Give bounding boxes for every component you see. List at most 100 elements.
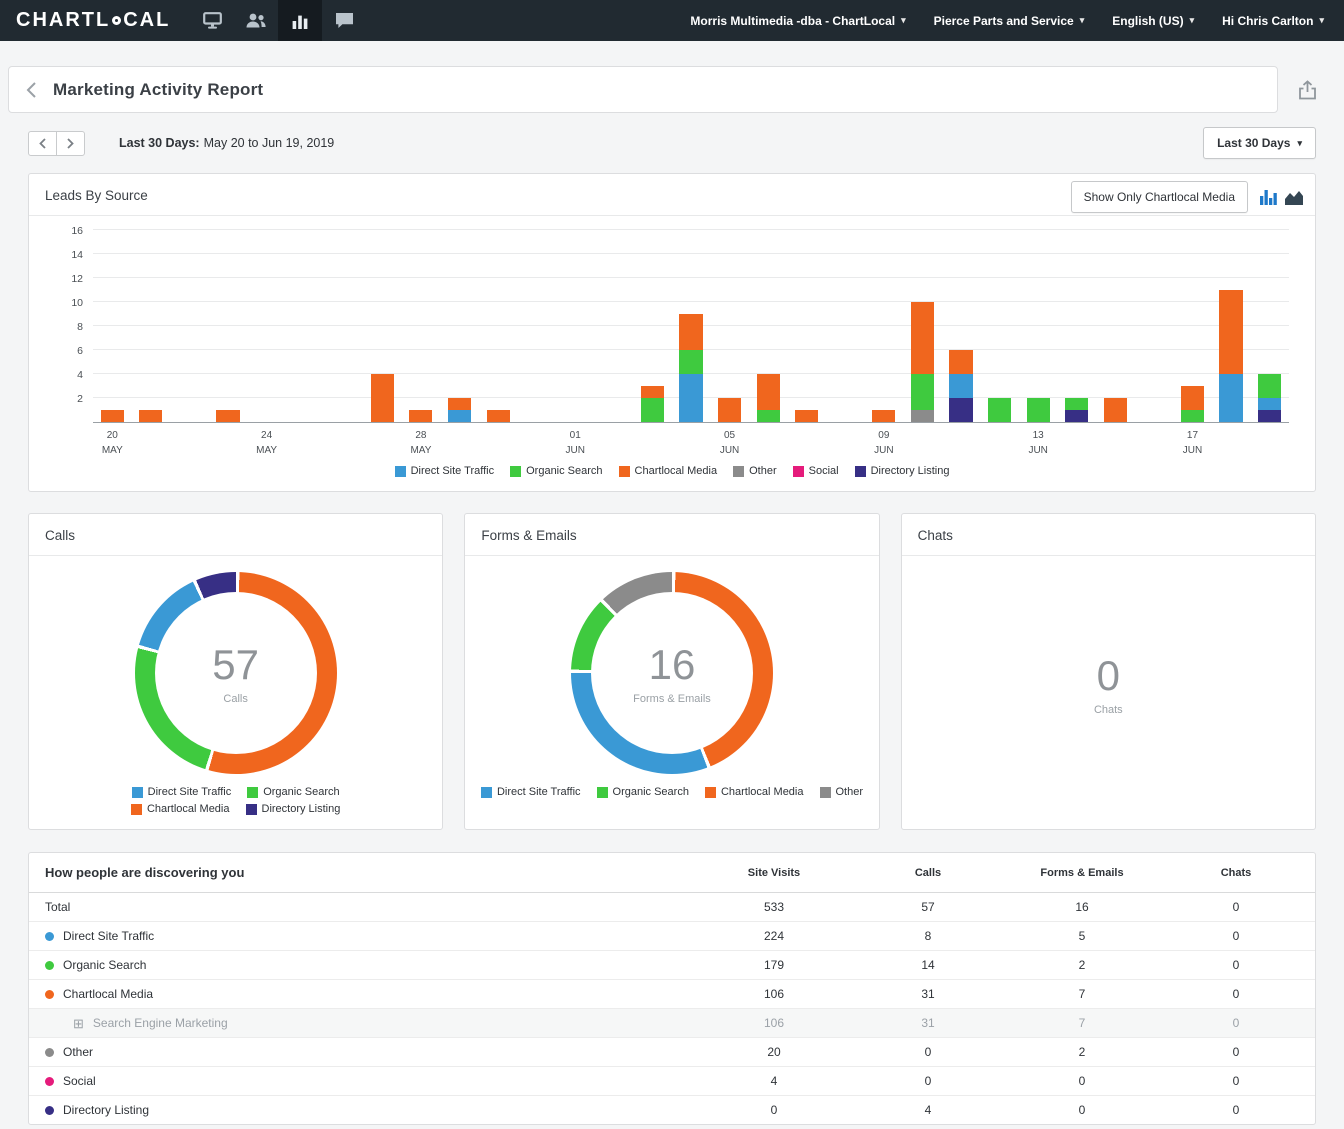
show-only-chartlocal-media-button[interactable]: Show Only Chartlocal Media <box>1070 181 1248 213</box>
bar-segment-chartlocal-media[interactable] <box>139 410 163 422</box>
stacked-bar[interactable] <box>1065 398 1089 422</box>
bar-slot <box>517 230 556 422</box>
bar-segment-chartlocal-media[interactable] <box>216 410 240 422</box>
chats-body: 0 Chats <box>902 556 1315 716</box>
bar-segment-directory-listing[interactable] <box>1065 410 1089 422</box>
stacked-bar[interactable] <box>988 398 1012 422</box>
location-dropdown[interactable]: Pierce Parts and Service ▾ <box>934 14 1085 28</box>
nav-reports-button[interactable] <box>278 0 323 41</box>
stacked-bar[interactable] <box>795 410 819 422</box>
bar-segment-organic-search[interactable] <box>679 350 703 374</box>
user-dropdown[interactable]: Hi Chris Carlton ▾ <box>1222 14 1324 28</box>
bar-segment-chartlocal-media[interactable] <box>717 398 742 422</box>
bar-segment-chartlocal-media[interactable] <box>872 410 896 422</box>
bar-segment-chartlocal-media[interactable] <box>949 350 973 374</box>
stacked-bar[interactable] <box>1103 398 1127 422</box>
stacked-bar[interactable] <box>1219 290 1243 422</box>
bar-segment-chartlocal-media[interactable] <box>1180 386 1205 410</box>
nav-desktop-button[interactable] <box>190 0 234 41</box>
legend-item-direct-site-traffic[interactable]: Direct Site Traffic <box>394 465 494 477</box>
row-label: Social <box>45 1074 697 1088</box>
bar-segment-chartlocal-media[interactable] <box>795 410 819 422</box>
legend-item-chartlocal-media[interactable]: Chartlocal Media <box>130 803 230 815</box>
bar-segment-chartlocal-media[interactable] <box>679 314 703 350</box>
nav-messages-button[interactable] <box>322 0 366 41</box>
bar-segment-direct-site-traffic[interactable] <box>1258 398 1282 410</box>
export-button[interactable] <box>1278 66 1336 113</box>
stacked-bar[interactable] <box>409 410 433 422</box>
bar-segment-organic-search[interactable] <box>1065 398 1089 410</box>
bar-segment-chartlocal-media[interactable] <box>486 410 510 422</box>
previous-period-button[interactable] <box>28 130 57 156</box>
bar-segment-chartlocal-media[interactable] <box>100 410 124 422</box>
legend-item-organic-search[interactable]: Organic Search <box>596 786 689 798</box>
bar-segment-chartlocal-media[interactable] <box>756 374 780 410</box>
next-period-button[interactable] <box>56 130 85 156</box>
account-dropdown[interactable]: Morris Multimedia -dba - ChartLocal ▾ <box>690 14 905 28</box>
bar-segment-direct-site-traffic[interactable] <box>1219 374 1243 422</box>
stacked-bar[interactable] <box>216 410 240 422</box>
legend-item-direct-site-traffic[interactable]: Direct Site Traffic <box>480 786 581 798</box>
nav-users-button[interactable] <box>234 0 278 41</box>
legend-item-other[interactable]: Other <box>733 465 777 477</box>
stacked-bar[interactable] <box>717 398 742 422</box>
language-dropdown[interactable]: English (US) ▾ <box>1112 14 1194 28</box>
bar-segment-direct-site-traffic[interactable] <box>679 374 703 422</box>
stacked-bar[interactable] <box>640 386 664 422</box>
stacked-bar[interactable] <box>486 410 510 422</box>
bar-segment-other[interactable] <box>910 410 934 422</box>
cell-value: 224 <box>763 929 785 943</box>
bar-segment-direct-site-traffic[interactable] <box>949 374 973 398</box>
column-header-forms-emails: Forms & Emails <box>1040 866 1124 879</box>
bar-segment-chartlocal-media[interactable] <box>1219 290 1243 374</box>
stacked-bar[interactable] <box>756 374 780 422</box>
legend-item-directory-listing[interactable]: Directory Listing <box>245 803 340 815</box>
bar-segment-organic-search[interactable] <box>756 410 780 422</box>
bar-segment-chartlocal-media[interactable] <box>1103 398 1127 422</box>
stacked-bar[interactable] <box>949 350 973 422</box>
stacked-bar[interactable] <box>1026 398 1050 422</box>
bar-segment-organic-search[interactable] <box>1258 374 1282 398</box>
stacked-bar[interactable] <box>447 398 472 422</box>
chats-card: Chats 0 Chats <box>900 513 1316 830</box>
area-chart-type-button[interactable] <box>1285 190 1303 205</box>
legend-item-directory-listing[interactable]: Directory Listing <box>854 465 949 477</box>
stacked-bar[interactable] <box>1258 374 1282 422</box>
legend-item-direct-site-traffic[interactable]: Direct Site Traffic <box>131 786 231 798</box>
chartlocal-logo[interactable]: CHARTL CAL <box>0 0 190 41</box>
bar-segment-direct-site-traffic[interactable] <box>447 410 472 422</box>
bar-segment-organic-search[interactable] <box>988 398 1012 422</box>
bar-segment-directory-listing[interactable] <box>949 398 973 422</box>
legend-item-chartlocal-media[interactable]: Chartlocal Media <box>704 786 804 798</box>
bar-chart-type-button[interactable] <box>1260 189 1277 205</box>
bar-segment-chartlocal-media[interactable] <box>370 374 394 422</box>
bar-segment-chartlocal-media[interactable] <box>640 386 664 398</box>
stacked-bar[interactable] <box>872 410 896 422</box>
calls-donut[interactable]: 57 Calls <box>134 572 337 774</box>
legend-item-social[interactable]: Social <box>792 465 839 477</box>
bar-segment-chartlocal-media[interactable] <box>409 410 433 422</box>
table-row-search-engine-marketing[interactable]: ⊞ Search Engine Marketing 106 31 7 0 <box>29 1008 1315 1037</box>
bar-segment-directory-listing[interactable] <box>1258 410 1282 422</box>
legend-item-organic-search[interactable]: Organic Search <box>510 465 603 477</box>
stacked-bar[interactable] <box>139 410 163 422</box>
back-button[interactable] <box>9 66 53 113</box>
legend-item-other[interactable]: Other <box>819 786 863 798</box>
legend-item-chartlocal-media[interactable]: Chartlocal Media <box>618 465 717 477</box>
bar-segment-organic-search[interactable] <box>910 374 934 410</box>
stacked-bar[interactable] <box>1180 386 1205 422</box>
stacked-bar[interactable] <box>910 302 934 422</box>
bar-segment-chartlocal-media[interactable] <box>447 398 472 410</box>
forms-donut[interactable]: 16 Forms & Emails <box>570 572 773 774</box>
bar-segment-organic-search[interactable] <box>1026 398 1050 422</box>
stacked-bar[interactable] <box>100 410 124 422</box>
expand-icon[interactable]: ⊞ <box>73 1017 84 1030</box>
row-label-text: Organic Search <box>63 958 147 972</box>
bar-segment-organic-search[interactable] <box>640 398 664 422</box>
legend-item-organic-search[interactable]: Organic Search <box>247 786 340 798</box>
date-range-dropdown[interactable]: Last 30 Days ▾ <box>1203 127 1316 159</box>
stacked-bar[interactable] <box>370 374 394 422</box>
stacked-bar[interactable] <box>679 314 703 422</box>
bar-segment-organic-search[interactable] <box>1180 410 1205 422</box>
bar-segment-chartlocal-media[interactable] <box>910 302 934 374</box>
